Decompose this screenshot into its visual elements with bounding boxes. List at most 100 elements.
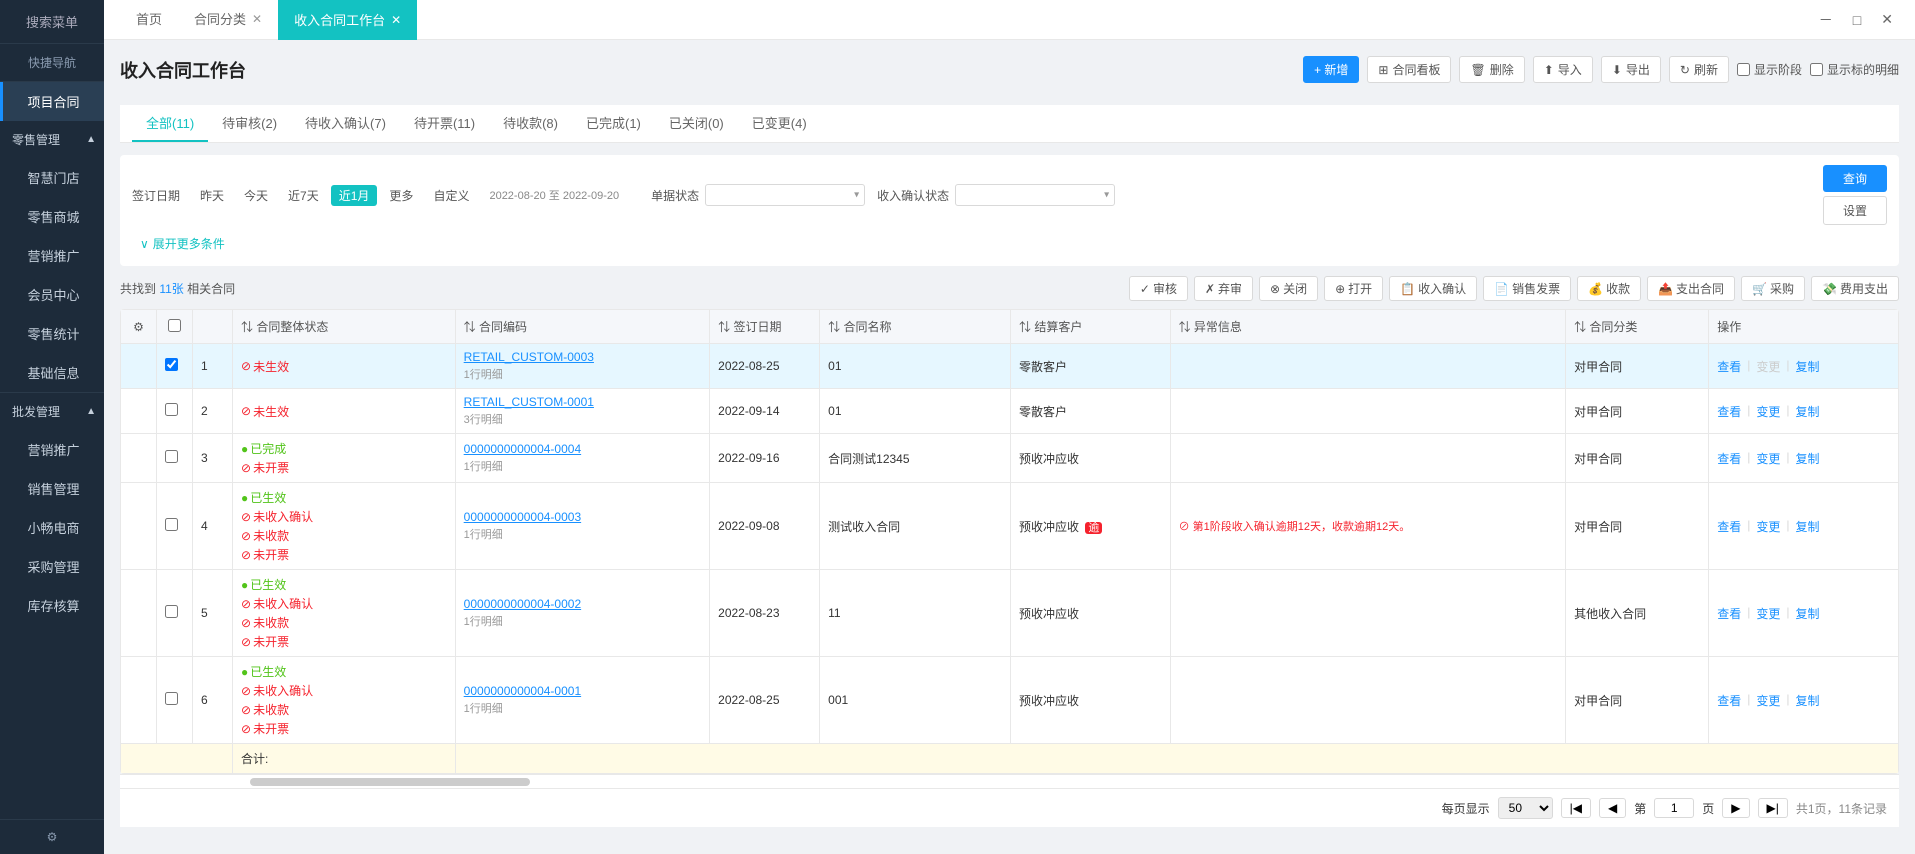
set-button[interactable]: 设置	[1823, 196, 1887, 225]
filter-tab-closed[interactable]: 已关闭(0)	[655, 105, 738, 142]
td-check-4[interactable]	[157, 483, 193, 570]
open-contract-button[interactable]: ⊕ 打开	[1324, 276, 1383, 301]
change-link-6[interactable]: 变更	[1756, 692, 1780, 709]
th-code[interactable]: ⇅ 合同编码	[455, 310, 709, 344]
sidebar-item-project[interactable]: 项目合同	[0, 82, 104, 121]
tab-close-contract-cat[interactable]: ✕	[252, 12, 262, 26]
minimize-button[interactable]: －	[1813, 8, 1839, 32]
td-check-1[interactable]	[157, 344, 193, 389]
sidebar-item-base-info[interactable]: 基础信息	[0, 353, 104, 392]
sidebar-item-inventory[interactable]: 库存核算	[0, 586, 104, 625]
contract-board-button[interactable]: ⊞ 合同看板	[1367, 56, 1451, 83]
copy-link-1[interactable]: 复制	[1796, 358, 1820, 375]
contract-code-link-3[interactable]: 0000000000004-0004	[464, 442, 701, 456]
scroll-bar-area[interactable]	[120, 774, 1899, 788]
expense-button[interactable]: 💸 费用支出	[1811, 276, 1899, 301]
show-detail-check[interactable]: 显示标的明细	[1810, 61, 1899, 78]
td-check-3[interactable]	[157, 434, 193, 483]
td-check-5[interactable]	[157, 570, 193, 657]
sales-invoice-button[interactable]: 📄 销售发票	[1483, 276, 1571, 301]
tab-close-income[interactable]: ✕	[391, 13, 401, 27]
tab-contract-cat[interactable]: 合同分类 ✕	[178, 0, 278, 40]
audit-button[interactable]: ✓ 审核	[1129, 276, 1188, 301]
sidebar-item-marketing[interactable]: 营销推广	[0, 236, 104, 275]
view-link-1[interactable]: 查看	[1717, 358, 1741, 375]
purchase-button[interactable]: 🛒 采购	[1741, 276, 1805, 301]
income-confirm-select[interactable]	[955, 184, 1115, 206]
date-btn-yesterday[interactable]: 昨天	[192, 185, 232, 206]
sidebar-item-retail-stat[interactable]: 零售统计	[0, 314, 104, 353]
td-check-2[interactable]	[157, 389, 193, 434]
th-customer[interactable]: ⇅ 结算客户	[1011, 310, 1171, 344]
view-link-4[interactable]: 查看	[1717, 518, 1741, 535]
th-checkbox[interactable]	[157, 310, 193, 344]
th-settings[interactable]: ⚙	[121, 310, 157, 344]
abandon-button[interactable]: ✗ 弃审	[1194, 276, 1253, 301]
filter-tab-completed[interactable]: 已完成(1)	[572, 105, 655, 142]
copy-link-5[interactable]: 复制	[1796, 605, 1820, 622]
copy-link-6[interactable]: 复制	[1796, 692, 1820, 709]
th-status[interactable]: ⇅ 合同整体状态	[233, 310, 456, 344]
maximize-button[interactable]: □	[1847, 10, 1867, 30]
contract-code-link-5[interactable]: 0000000000004-0002	[464, 597, 701, 611]
filter-tab-all[interactable]: 全部(11)	[132, 105, 208, 142]
last-page-button[interactable]: ▶|	[1758, 798, 1788, 818]
show-stage-check[interactable]: 显示阶段	[1737, 61, 1802, 78]
sidebar-item-online-shop[interactable]: 零售商城	[0, 197, 104, 236]
query-button[interactable]: 查询	[1823, 165, 1887, 192]
sidebar-item-smart-store[interactable]: 智慧门店	[0, 158, 104, 197]
copy-link-4[interactable]: 复制	[1796, 518, 1820, 535]
income-confirm-button[interactable]: 📋 收入确认	[1389, 276, 1477, 301]
per-page-select[interactable]: 10 20 50 100	[1498, 797, 1553, 819]
refresh-button[interactable]: ↻ 刷新	[1669, 56, 1729, 83]
contract-code-link-2[interactable]: RETAIL_CUSTOM-0001	[464, 395, 701, 409]
date-btn-custom[interactable]: 自定义	[425, 185, 477, 206]
sidebar-search[interactable]: 搜索菜单	[0, 0, 104, 44]
view-link-2[interactable]: 查看	[1717, 403, 1741, 420]
tab-home[interactable]: 首页	[120, 0, 178, 40]
new-button[interactable]: + 新增	[1303, 56, 1359, 83]
tab-income-workbench[interactable]: 收入合同工作台 ✕	[278, 0, 417, 40]
page-input[interactable]	[1654, 798, 1694, 818]
change-link-3[interactable]: 变更	[1756, 450, 1780, 467]
change-link-4[interactable]: 变更	[1756, 518, 1780, 535]
contract-code-link-4[interactable]: 0000000000004-0003	[464, 510, 701, 524]
import-button[interactable]: ⬆ 导入	[1533, 56, 1593, 83]
date-btn-more[interactable]: 更多	[381, 185, 421, 206]
expand-btn[interactable]: ∨ 展开更多条件	[132, 231, 1887, 256]
close-contract-button[interactable]: ⊗ 关闭	[1259, 276, 1318, 301]
view-link-3[interactable]: 查看	[1717, 450, 1741, 467]
change-link-2[interactable]: 变更	[1756, 403, 1780, 420]
filter-tab-changed[interactable]: 已变更(4)	[738, 105, 821, 142]
filter-tab-pending-invoice[interactable]: 待开票(11)	[400, 105, 489, 142]
sidebar-item-retail-mgmt[interactable]: 零售管理 ▲	[0, 121, 104, 158]
date-btn-today[interactable]: 今天	[236, 185, 276, 206]
th-category[interactable]: ⇅ 合同分类	[1566, 310, 1709, 344]
view-link-6[interactable]: 查看	[1717, 692, 1741, 709]
contract-code-link-1[interactable]: RETAIL_CUSTOM-0003	[464, 350, 701, 364]
sidebar-item-ecommerce[interactable]: 小畅电商	[0, 508, 104, 547]
sidebar-item-sales-mgmt[interactable]: 销售管理	[0, 469, 104, 508]
next-page-button[interactable]: ▶	[1722, 798, 1749, 818]
th-name[interactable]: ⇅ 合同名称	[820, 310, 1011, 344]
filter-tab-pending-review[interactable]: 待审核(2)	[208, 105, 291, 142]
copy-link-2[interactable]: 复制	[1796, 403, 1820, 420]
sidebar-item-marketing2[interactable]: 营销推广	[0, 430, 104, 469]
payment-contract-button[interactable]: 📤 支出合同	[1647, 276, 1735, 301]
filter-tab-pending-confirm[interactable]: 待收入确认(7)	[291, 105, 400, 142]
sidebar-settings[interactable]: ⚙	[0, 819, 104, 854]
select-all-checkbox[interactable]	[168, 319, 181, 332]
contract-code-link-6[interactable]: 0000000000004-0001	[464, 684, 701, 698]
sidebar-quick-nav[interactable]: 快捷导航	[0, 44, 104, 82]
collection-button[interactable]: 💰 收款	[1577, 276, 1641, 301]
change-link-5[interactable]: 变更	[1756, 605, 1780, 622]
sidebar-item-member[interactable]: 会员中心	[0, 275, 104, 314]
view-link-5[interactable]: 查看	[1717, 605, 1741, 622]
horizontal-scrollbar[interactable]	[250, 778, 530, 786]
close-button[interactable]: ✕	[1875, 9, 1899, 30]
export-button[interactable]: ⬇ 导出	[1601, 56, 1661, 83]
prev-page-button[interactable]: ◀	[1599, 798, 1626, 818]
filter-tab-pending-payment[interactable]: 待收款(8)	[489, 105, 572, 142]
doc-status-select[interactable]	[705, 184, 865, 206]
date-btn-7days[interactable]: 近7天	[280, 185, 327, 206]
